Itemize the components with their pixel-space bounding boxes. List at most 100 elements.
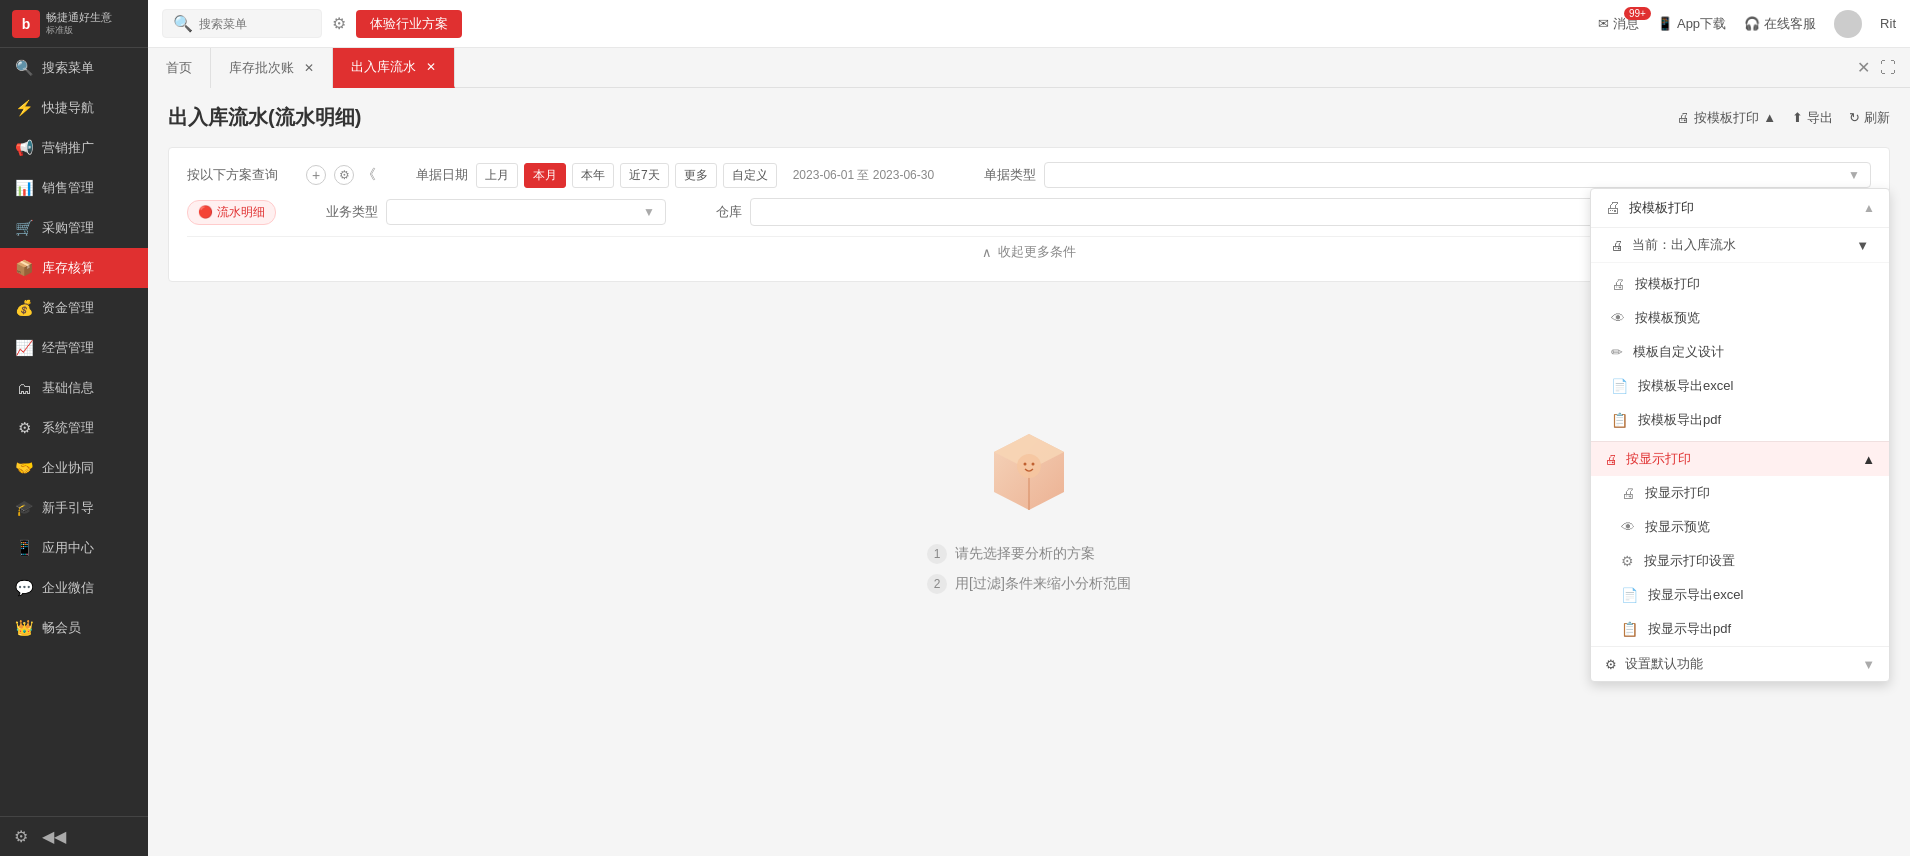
topbar-online-service[interactable]: 🎧 在线客服 <box>1744 15 1816 33</box>
template-preview-item[interactable]: 👁 按模板预览 <box>1591 301 1889 335</box>
page-title: 出入库流水(流水明细) <box>168 104 361 131</box>
plus-icon: + <box>312 167 320 183</box>
footer-label-group: ⚙ 设置默认功能 <box>1605 655 1703 673</box>
username-label[interactable]: Rit <box>1880 16 1896 31</box>
basic-icon: 🗂 <box>14 378 34 398</box>
tab-flow-close[interactable]: ✕ <box>426 60 436 74</box>
display-export-pdf-item[interactable]: 📋 按显示导出pdf <box>1591 612 1889 646</box>
date-filter: 上月 本月 本年 近7天 更多 自定义 <box>476 163 777 188</box>
date-more[interactable]: 更多 <box>675 163 717 188</box>
sidebar-item-wechat[interactable]: 💬 企业微信 <box>0 568 148 608</box>
user-avatar[interactable] <box>1834 10 1862 38</box>
business-type-label: 业务类型 <box>326 203 378 221</box>
refresh-button[interactable]: ↻ 刷新 <box>1849 109 1890 127</box>
current-dropdown-icon[interactable]: ▼ <box>1856 238 1869 253</box>
display-print-item[interactable]: 🖨 按显示打印 <box>1591 476 1889 510</box>
display-print-settings-item[interactable]: ⚙ 按显示打印设置 <box>1591 544 1889 578</box>
topbar-gear-icon[interactable]: ⚙ <box>332 14 346 33</box>
display-preview-item[interactable]: 👁 按显示预览 <box>1591 510 1889 544</box>
display-export-excel-icon: 📄 <box>1621 587 1638 603</box>
footer-label: 设置默认功能 <box>1625 655 1703 673</box>
date-filter-group: 单据日期 上月 本月 本年 近7天 更多 自定义 2023-06-01 至 20… <box>416 163 934 188</box>
print-panel-footer[interactable]: ⚙ 设置默认功能 ▼ <box>1591 646 1889 681</box>
print-panel-collapse-icon[interactable]: ▲ <box>1863 201 1875 215</box>
empty-steps-list: 1 请先选择要分析的方案 2 用[过滤]条件来缩小分析范围 <box>927 544 1131 604</box>
print-template-button[interactable]: 🖨 按模板打印 ▲ <box>1677 109 1776 127</box>
refresh-label: 刷新 <box>1864 109 1890 127</box>
inventory-icon: 📦 <box>14 258 34 278</box>
current-label-group: 🖨 当前：出入库流水 <box>1611 236 1736 254</box>
export-label: 导出 <box>1807 109 1833 127</box>
sidebar-item-system[interactable]: ⚙ 系统管理 <box>0 408 148 448</box>
sidebar-collapse-icon[interactable]: ◀◀ <box>42 827 66 846</box>
template-export-pdf-item[interactable]: 📋 按模板导出pdf <box>1591 403 1889 437</box>
sidebar-item-label: 营销推广 <box>42 139 94 157</box>
filter-label: 按以下方案查询 <box>187 166 278 184</box>
window-maximize-icon[interactable]: ⛶ <box>1880 59 1896 77</box>
date-custom[interactable]: 自定义 <box>723 163 777 188</box>
filter-collapse-button[interactable]: 《 <box>362 166 376 184</box>
display-print-group-icon: 🖨 <box>1605 452 1618 467</box>
sidebar-item-vip[interactable]: 👑 畅会员 <box>0 608 148 648</box>
window-close-icon[interactable]: ✕ <box>1857 58 1870 77</box>
date-this-year[interactable]: 本年 <box>572 163 614 188</box>
tab-bar: 首页 库存批次账 ✕ 出入库流水 ✕ ✕ ⛶ <box>148 48 1910 88</box>
sidebar-item-label: 企业微信 <box>42 579 94 597</box>
template-print-item[interactable]: 🖨 按模板打印 <box>1591 267 1889 301</box>
template-design-item[interactable]: ✏ 模板自定义设计 <box>1591 335 1889 369</box>
filter-row-1: 按以下方案查询 + ⚙ 《 单据日期 上月 <box>187 162 1871 188</box>
topbar-search-input[interactable] <box>199 17 299 31</box>
business-type-select[interactable]: ▼ <box>386 199 666 225</box>
export-button[interactable]: ⬆ 导出 <box>1792 109 1833 127</box>
print-panel-header-icon: 🖨 <box>1605 199 1621 217</box>
date-last-month[interactable]: 上月 <box>476 163 518 188</box>
voucher-type-select[interactable]: ▼ <box>1044 162 1871 188</box>
tab-flow[interactable]: 出入库流水 ✕ <box>333 48 455 88</box>
filter-actions: + ⚙ 《 <box>306 165 376 185</box>
collapse-more-label: 收起更多条件 <box>998 243 1076 261</box>
tab-inventory-batch[interactable]: 库存批次账 ✕ <box>211 48 333 88</box>
sidebar-settings-icon[interactable]: ⚙ <box>14 827 28 846</box>
print-panel-title-group: 🖨 按模板打印 <box>1605 199 1694 217</box>
date-7days[interactable]: 近7天 <box>620 163 669 188</box>
step-2-number: 2 <box>927 574 947 594</box>
tab-home[interactable]: 首页 <box>148 48 211 88</box>
sidebar-item-label: 企业协同 <box>42 459 94 477</box>
sidebar-item-marketing[interactable]: 📢 营销推广 <box>0 128 148 168</box>
sidebar-item-apps[interactable]: 📱 应用中心 <box>0 528 148 568</box>
display-print-group-title: 🖨 按显示打印 <box>1605 450 1691 468</box>
topbar-app-download[interactable]: 📱 App下载 <box>1657 15 1726 33</box>
display-print-group-header[interactable]: 🖨 按显示打印 ▲ <box>1591 441 1889 476</box>
topbar-message[interactable]: ✉ 消息 99+ <box>1598 15 1639 33</box>
sidebar-item-guide[interactable]: 🎓 新手引导 <box>0 488 148 528</box>
display-export-excel-item[interactable]: 📄 按显示导出excel <box>1591 578 1889 612</box>
sidebar-item-purchase[interactable]: 🛒 采购管理 <box>0 208 148 248</box>
trial-button[interactable]: 体验行业方案 <box>356 10 462 38</box>
sidebar-item-label: 搜索菜单 <box>42 59 94 77</box>
filter-add-button[interactable]: + <box>306 165 326 185</box>
template-preview-label: 按模板预览 <box>1635 309 1700 327</box>
display-print-icon: 🖨 <box>1621 485 1635 501</box>
date-this-month[interactable]: 本月 <box>524 163 566 188</box>
system-icon: ⚙ <box>14 418 34 438</box>
logo-area: b 畅捷通好生意 标准版 <box>0 0 148 48</box>
finance-icon: 💰 <box>14 298 34 318</box>
template-export-excel-item[interactable]: 📄 按模板导出excel <box>1591 369 1889 403</box>
display-export-excel-label: 按显示导出excel <box>1648 586 1743 604</box>
sidebar-item-operations[interactable]: 📈 经营管理 <box>0 328 148 368</box>
sidebar-item-finance[interactable]: 💰 资金管理 <box>0 288 148 328</box>
sidebar-item-label: 销售管理 <box>42 179 94 197</box>
filter-settings-button[interactable]: ⚙ <box>334 165 354 185</box>
sidebar-item-search[interactable]: 🔍 搜索菜单 <box>0 48 148 88</box>
topbar-search-box[interactable]: 🔍 <box>162 9 322 38</box>
sidebar-bottom: ⚙ ◀◀ <box>0 816 148 856</box>
current-print-label: 当前：出入库流水 <box>1632 236 1736 254</box>
tab-inventory-batch-close[interactable]: ✕ <box>304 61 314 75</box>
sidebar-item-quick-nav[interactable]: ⚡ 快捷导航 <box>0 88 148 128</box>
page-actions: 🖨 按模板打印 ▲ ⬆ 导出 ↻ 刷新 <box>1677 109 1890 127</box>
flow-detail-tag[interactable]: 🔴 流水明细 <box>187 200 276 225</box>
sidebar-item-cooperation[interactable]: 🤝 企业协同 <box>0 448 148 488</box>
sidebar-item-sales[interactable]: 📊 销售管理 <box>0 168 148 208</box>
sidebar-item-basic[interactable]: 🗂 基础信息 <box>0 368 148 408</box>
sidebar-item-inventory[interactable]: 📦 库存核算 <box>0 248 148 288</box>
